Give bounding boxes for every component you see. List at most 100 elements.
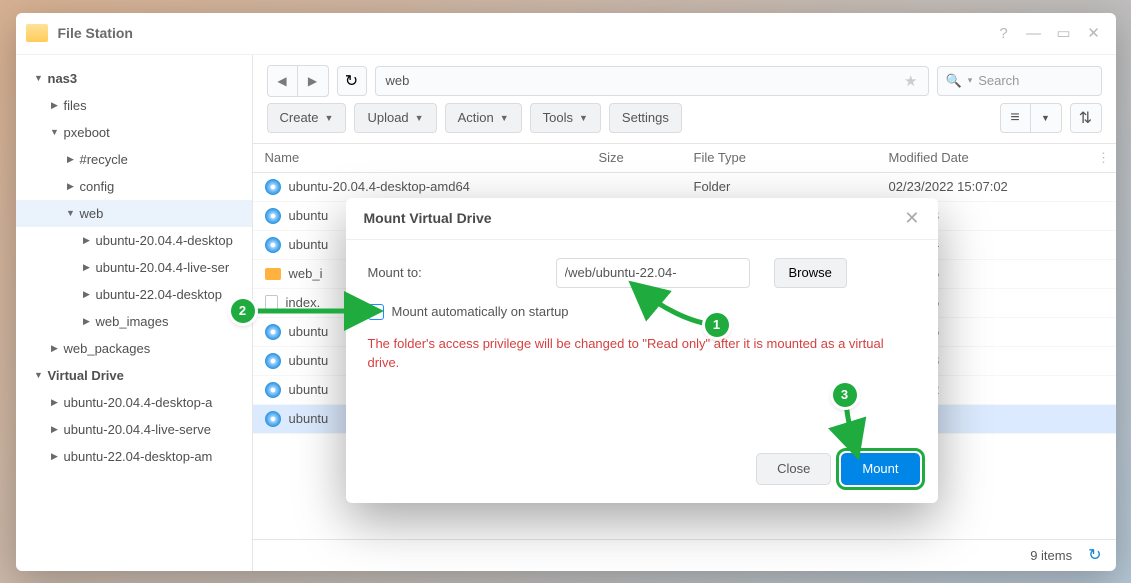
star-icon[interactable]: ★ [904,72,917,90]
chevron-right-icon: ▶ [50,424,60,435]
col-modified[interactable]: Modified Date [877,150,1092,165]
chevron-down-icon: ▼ [66,208,76,218]
mount-to-input[interactable] [556,258,750,288]
sidebar-item[interactable]: ▶ web_images [16,308,252,335]
search-input[interactable]: 🔍 ▾ Search [937,66,1102,96]
chevron-right-icon: ▶ [50,397,60,408]
sidebar-item[interactable]: ▶ ubuntu-20.04.4-live-ser [16,254,252,281]
action-button[interactable]: Action▼ [445,103,522,133]
tools-button[interactable]: Tools▼ [530,103,601,133]
warning-text: The folder's access privilege will be ch… [368,334,916,373]
chevron-right-icon: ▶ [66,181,76,192]
sidebar-item[interactable]: ▼pxeboot [16,119,252,146]
sidebar-item-label: ubuntu-22.04-desktop-am [64,449,213,464]
disc-icon [265,411,281,427]
file-type: Folder [682,179,877,194]
sidebar-item[interactable]: ▶ubuntu-20.04.4-live-serve [16,416,252,443]
status-reload-icon[interactable]: ↻ [1088,545,1101,565]
path-field[interactable]: web ★ [375,66,929,96]
folder-icon [265,268,281,280]
file-modified: 02/23/2022 15:07:02 [877,179,1092,194]
chevron-down-icon: ▼ [34,370,44,380]
file-icon [265,295,278,311]
disc-icon [265,324,281,340]
col-name[interactable]: Name [253,150,587,165]
sort-button[interactable]: ⇅ [1070,103,1102,133]
sidebar-item[interactable]: ▼ web [16,200,252,227]
create-button[interactable]: Create▼ [267,103,347,133]
sidebar-root-label: nas3 [48,71,78,86]
sidebar-item[interactable]: ▶ #recycle [16,146,252,173]
chevron-right-icon: ▶ [82,235,92,246]
chevron-down-icon: ▼ [34,73,44,83]
sidebar-item-label: Virtual Drive [48,368,124,383]
close-icon[interactable]: ✕ [1082,24,1106,42]
view-list-icon[interactable]: ≡ [1001,104,1031,132]
minimize-icon[interactable]: — [1022,25,1046,42]
disc-icon [265,237,281,253]
col-type[interactable]: File Type [682,150,877,165]
file-name: ubuntu [289,382,329,397]
sidebar-item-label: ubuntu-22.04-desktop [96,287,222,302]
chevron-down-icon: ▼ [50,127,60,137]
sidebar-item[interactable]: ▶ubuntu-22.04-desktop-am [16,443,252,470]
search-icon: 🔍 [946,73,962,89]
modal-close-icon[interactable]: ✕ [904,208,919,229]
upload-button[interactable]: Upload▼ [354,103,436,133]
help-icon[interactable]: ? [992,25,1016,42]
file-name: ubuntu [289,411,329,426]
sidebar-root[interactable]: ▼ nas3 [16,65,252,92]
sidebar-item[interactable]: ▼ Virtual Drive [16,362,252,389]
app-icon [26,24,48,42]
sidebar-item[interactable]: ▶ ubuntu-22.04-desktop [16,281,252,308]
file-name: ubuntu [289,353,329,368]
col-size[interactable]: Size [587,150,682,165]
chevron-right-icon: ▶ [66,154,76,165]
status-bar: 9 items ↻ [253,539,1116,571]
file-name: ubuntu [289,208,329,223]
sidebar-item[interactable]: ▶config [16,173,252,200]
settings-button[interactable]: Settings [609,103,682,133]
file-name: ubuntu-20.04.4-desktop-amd64 [289,179,470,194]
mount-modal: Mount Virtual Drive ✕ Mount to: Browse ✓… [346,198,938,503]
sidebar-tree: ▶files▼pxeboot▶#recycle▶config▼web▶ubunt… [16,92,252,470]
sidebar-item[interactable]: ▶web_packages [16,335,252,362]
view-mode-group: ≡ ▼ [1000,103,1062,133]
chevron-right-icon: ▶ [82,289,92,300]
search-placeholder: Search [978,73,1019,88]
search-caret: ▾ [968,75,973,86]
maximize-icon[interactable]: ▭ [1052,24,1076,42]
sidebar-item[interactable]: ▶files [16,92,252,119]
sidebar-item-label: web [80,206,104,221]
sidebar-item[interactable]: ▶ ubuntu-20.04.4-desktop [16,227,252,254]
file-name: web_i [289,266,323,281]
col-more-icon[interactable]: ⋮ [1092,150,1116,166]
forward-button[interactable]: ▶ [298,66,328,96]
sidebar-item-label: ubuntu-20.04.4-desktop-a [64,395,213,410]
view-dropdown-icon[interactable]: ▼ [1031,104,1061,132]
modal-header: Mount Virtual Drive ✕ [346,198,938,240]
sidebar-item-label: web_images [96,314,169,329]
nav-toolbar: ◀ ▶ ↻ web ★ 🔍 ▾ Search [253,55,1116,103]
chevron-right-icon: ▶ [50,100,60,111]
reload-button[interactable]: ↻ [337,66,367,96]
disc-icon [265,179,281,195]
sidebar-item-label: ubuntu-20.04.4-desktop [96,233,233,248]
chevron-right-icon: ▶ [82,262,92,273]
file-name: index. [286,295,321,310]
browse-button[interactable]: Browse [774,258,847,288]
action-toolbar: Create▼ Upload▼ Action▼ Tools▼ Settings … [253,103,1116,143]
disc-icon [265,353,281,369]
chevron-right-icon: ▶ [82,316,92,327]
sidebar-item-label: #recycle [80,152,128,167]
table-header: Name Size File Type Modified Date ⋮ [253,143,1116,173]
chevron-right-icon: ▶ [50,343,60,354]
mount-button[interactable]: Mount [841,453,919,485]
back-button[interactable]: ◀ [268,66,298,96]
close-button[interactable]: Close [756,453,831,485]
window-title: File Station [58,25,133,41]
sidebar-item[interactable]: ▶ ubuntu-20.04.4-desktop-a [16,389,252,416]
auto-mount-checkbox[interactable]: ✓ [368,304,384,320]
sidebar-item-label: ubuntu-20.04.4-live-ser [96,260,230,275]
disc-icon [265,382,281,398]
